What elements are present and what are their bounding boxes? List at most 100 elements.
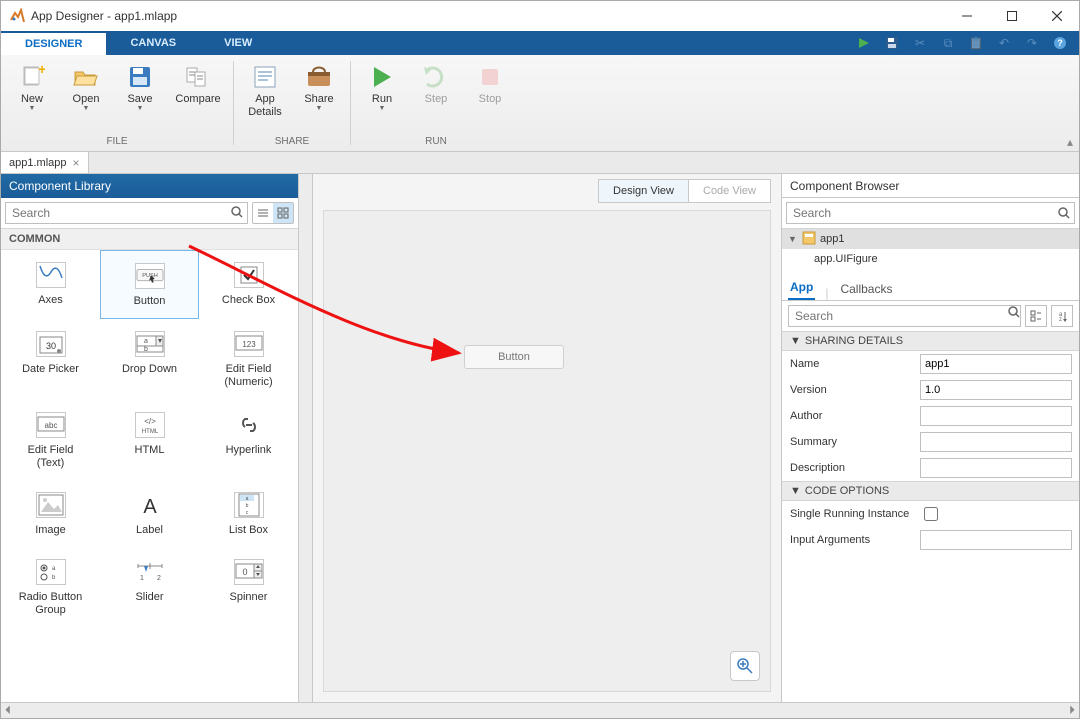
grid-view-toggle[interactable] [273, 203, 293, 223]
app-details-button[interactable]: AppDetails [242, 59, 288, 119]
help-icon[interactable]: ? [1049, 33, 1071, 53]
radiobutton-icon: ab [36, 559, 66, 585]
redo-icon[interactable]: ↷ [1021, 33, 1043, 53]
datepicker-icon: 30 [36, 331, 66, 357]
search-icon[interactable] [1008, 306, 1020, 326]
component-tree: ▼ app1 app.UIFigure [782, 229, 1079, 269]
search-icon[interactable] [1054, 203, 1074, 223]
component-editfield-text[interactable]: abc Edit Field (Text) [1, 400, 100, 480]
step-button[interactable]: Step [413, 59, 459, 106]
component-checkbox[interactable]: Check Box [199, 250, 298, 319]
prop-inputargs-input[interactable] [920, 530, 1072, 550]
prop-author-input[interactable] [920, 406, 1072, 426]
component-library-panel: Component Library COMMON Axes [1, 174, 299, 702]
component-html[interactable]: </>HTML HTML [100, 400, 199, 480]
left-scroll-gutter[interactable] [299, 174, 313, 702]
prop-inputargs-label: Input Arguments [790, 534, 920, 546]
copy-icon[interactable]: ⧉ [937, 33, 959, 53]
chevron-down-icon: ▼ [83, 105, 90, 112]
code-view-button[interactable]: Code View [689, 179, 771, 203]
component-button[interactable]: PUSH Button [100, 250, 199, 319]
tab-designer[interactable]: DESIGNER [1, 31, 106, 55]
chevron-down-icon: ▼ [29, 105, 36, 112]
quick-access-toolbar: ✂ ⧉ 📋 ↶ ↷ ? [853, 31, 1079, 55]
browser-search-input[interactable] [787, 203, 1054, 223]
prop-description-input[interactable] [920, 458, 1072, 478]
compare-icon [184, 63, 212, 91]
share-button[interactable]: Share ▼ [296, 59, 342, 112]
library-section-common: COMMON [1, 229, 298, 250]
svg-text:30: 30 [45, 341, 55, 351]
cut-icon[interactable]: ✂ [909, 33, 931, 53]
tree-node-uifigure[interactable]: app.UIFigure [782, 249, 1079, 269]
prop-summary-input[interactable] [920, 432, 1072, 452]
prop-sri-checkbox[interactable] [924, 507, 938, 521]
prop-author-label: Author [790, 410, 920, 422]
zoom-button[interactable] [730, 651, 760, 681]
design-canvas[interactable]: Button [323, 210, 771, 692]
minimize-button[interactable] [944, 1, 989, 31]
svg-text:2: 2 [157, 575, 161, 582]
design-view-button[interactable]: Design View [598, 179, 689, 203]
component-slider[interactable]: 12 Slider [100, 547, 199, 627]
prop-tab-app[interactable]: App [788, 276, 815, 300]
document-tabs: app1.mlapp × [1, 152, 1079, 174]
component-datepicker[interactable]: 30 Date Picker [1, 319, 100, 399]
undo-icon[interactable]: ↶ [993, 33, 1015, 53]
component-hyperlink[interactable]: Hyperlink [199, 400, 298, 480]
open-button[interactable]: Open ▼ [63, 59, 109, 112]
component-listbox[interactable]: abc List Box [199, 480, 298, 547]
component-label[interactable]: A Label [100, 480, 199, 547]
scroll-left-icon[interactable]: ⏴ [5, 703, 11, 718]
svg-text:A: A [143, 496, 157, 517]
component-editfield-numeric[interactable]: 123 Edit Field (Numeric) [199, 319, 298, 399]
save-icon[interactable] [881, 33, 903, 53]
bottom-scrollbar[interactable]: ⏴ ⏵ [1, 702, 1079, 718]
chevron-down-icon[interactable]: ▼ [788, 234, 798, 244]
component-axes[interactable]: Axes [1, 250, 100, 319]
svg-text:?: ? [1057, 38, 1063, 48]
component-spinner[interactable]: 0 Spinner [199, 547, 298, 627]
app-details-icon [251, 63, 279, 91]
tab-view[interactable]: VIEW [200, 31, 276, 55]
label-icon: A [135, 492, 165, 518]
component-radiobutton-group[interactable]: ab Radio Button Group [1, 547, 100, 627]
scroll-right-icon[interactable]: ⏵ [1069, 703, 1075, 718]
component-image[interactable]: Image [1, 480, 100, 547]
section-sharing-details[interactable]: ▼SHARING DETAILS [782, 331, 1079, 351]
prop-tab-callbacks[interactable]: Callbacks [838, 278, 894, 300]
section-code-options[interactable]: ▼CODE OPTIONS [782, 481, 1079, 501]
document-tab[interactable]: app1.mlapp × [1, 152, 89, 173]
close-button[interactable] [1034, 1, 1079, 31]
stop-button[interactable]: Stop [467, 59, 513, 106]
maximize-button[interactable] [989, 1, 1034, 31]
category-view-button[interactable] [1025, 305, 1047, 327]
component-library-title: Component Library [1, 174, 298, 198]
prop-version-input[interactable] [920, 380, 1072, 400]
library-search-input[interactable] [6, 203, 227, 223]
svg-text:abc: abc [44, 421, 57, 430]
collapse-ribbon-icon[interactable]: ▴ [1067, 135, 1073, 149]
tree-node-app[interactable]: ▼ app1 [782, 229, 1079, 249]
run-button[interactable]: Run ▼ [359, 59, 405, 112]
search-icon[interactable] [227, 206, 247, 221]
tab-canvas[interactable]: CANVAS [106, 31, 200, 55]
list-view-toggle[interactable] [253, 203, 273, 223]
compare-button[interactable]: Compare [171, 59, 225, 106]
ribbon-group-run: RUN [359, 136, 513, 149]
sort-button[interactable]: az [1051, 305, 1073, 327]
svg-text:z: z [1059, 317, 1062, 322]
new-button[interactable]: + New ▼ [9, 59, 55, 112]
axes-icon [36, 262, 66, 288]
component-dropdown[interactable]: ab Drop Down [100, 319, 199, 399]
run-icon[interactable] [853, 33, 875, 53]
property-search-input[interactable] [789, 306, 1008, 326]
svg-text:HTML: HTML [141, 429, 158, 435]
paste-icon[interactable]: 📋 [965, 33, 987, 53]
close-tab-icon[interactable]: × [73, 156, 80, 170]
save-button[interactable]: Save ▼ [117, 59, 163, 112]
dropdown-icon: ab [135, 331, 165, 357]
svg-text:1: 1 [140, 575, 144, 582]
canvas-button-component[interactable]: Button [464, 345, 564, 369]
prop-name-input[interactable] [920, 354, 1072, 374]
